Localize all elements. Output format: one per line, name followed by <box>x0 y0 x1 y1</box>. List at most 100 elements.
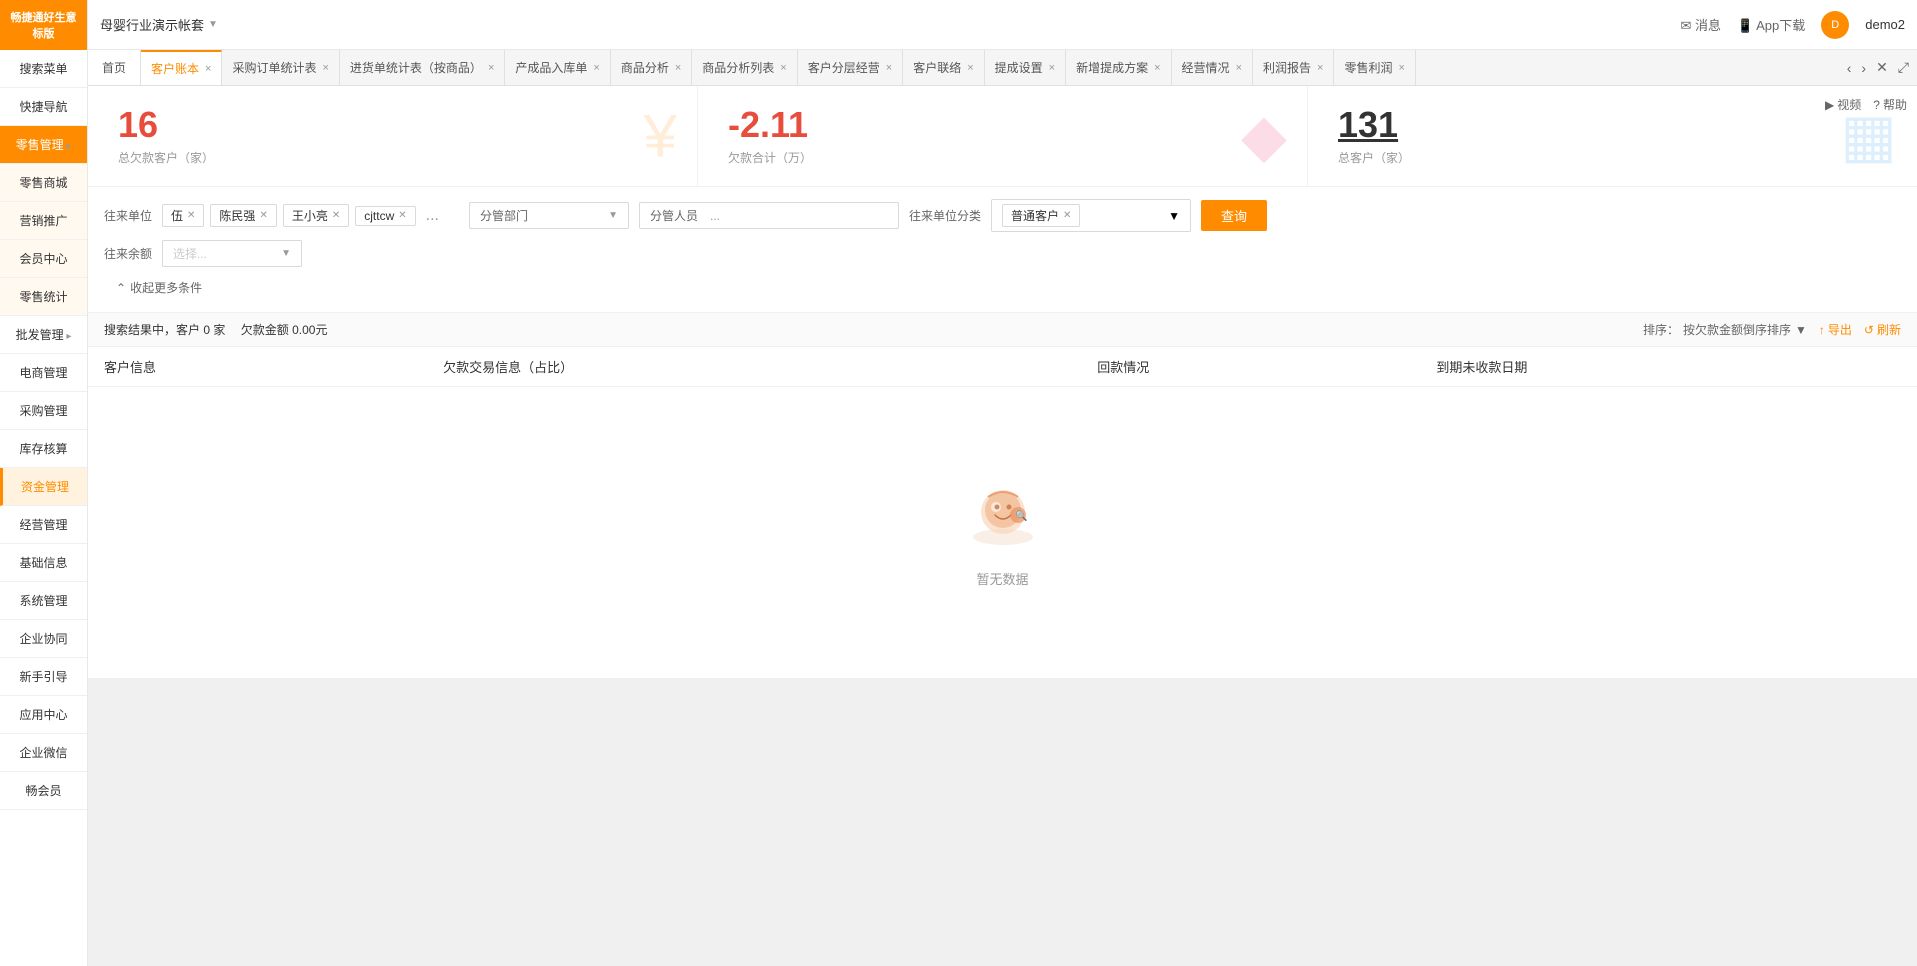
tabs-close-all-icon[interactable]: ✕ <box>1872 57 1892 78</box>
avatar[interactable]: D <box>1821 11 1849 39</box>
sidebar-item-16[interactable]: 新手引导 <box>0 658 87 696</box>
stats-row: ▶ 视频 ? 帮助 16 总欠款客户（家） ¥ -2.11 欠款合计（万） <box>88 86 1917 187</box>
export-label: 导出 <box>1828 321 1852 338</box>
stat-label-customers: 总欠款客户（家） <box>118 149 214 166</box>
sidebar-item-17[interactable]: 应用中心 <box>0 696 87 734</box>
dept-arrow-icon: ▼ <box>608 210 618 221</box>
tab-11[interactable]: 经营情况 × <box>1172 50 1253 86</box>
refresh-button[interactable]: ↺ 刷新 <box>1864 321 1901 338</box>
tabs-next-icon[interactable]: › <box>1857 58 1870 78</box>
app-download-button[interactable]: 📱 App下载 <box>1737 15 1805 34</box>
topbar-right: ✉ 消息 📱 App下载 D demo2 <box>1680 11 1905 39</box>
tab-6[interactable]: 商品分析列表× <box>692 50 797 86</box>
filter-tag-close-3[interactable]: ✕ <box>398 210 406 221</box>
sidebar-item-8[interactable]: 电商管理 <box>0 354 87 392</box>
sidebar-item-1[interactable]: 快捷导航 <box>0 88 87 126</box>
category-tag-close[interactable]: ✕ <box>1063 210 1071 221</box>
tab-close-icon-1[interactable]: × <box>205 63 211 75</box>
tab-close-icon-6[interactable]: × <box>780 62 786 74</box>
tab-5[interactable]: 商品分析× <box>611 50 692 86</box>
tabs-prev-icon[interactable]: ‹ <box>1843 58 1856 78</box>
tab-close-icon-4[interactable]: × <box>593 62 599 74</box>
person-selector[interactable]: 分管人员 ... <box>639 202 899 229</box>
stat-icon-yuan: ¥ <box>644 102 677 171</box>
sidebar-item-11[interactable]: 资金管理 <box>0 468 87 506</box>
sidebar-item-19[interactable]: 畅会员 <box>0 772 87 810</box>
tab-label-11: 经营情况 <box>1182 59 1230 76</box>
store-name: 母婴行业演示帐套 <box>100 15 204 34</box>
sidebar-item-5[interactable]: 会员中心 <box>0 240 87 278</box>
tab-12[interactable]: 利润报告× <box>1253 50 1334 86</box>
messages-button[interactable]: ✉ 消息 <box>1680 15 1721 34</box>
sort-arrow-icon: ▼ <box>1795 323 1807 337</box>
tab-close-icon-7[interactable]: × <box>886 62 892 74</box>
category-selector[interactable]: 普通客户 ✕ ▼ <box>991 199 1191 232</box>
sidebar-item-0[interactable]: 搜索菜单 <box>0 50 87 88</box>
sidebar-item-14[interactable]: 系统管理 <box>0 582 87 620</box>
sidebar-item-4[interactable]: 营销推广 <box>0 202 87 240</box>
result-actions: 排序： 按欠款金额倒序排序 ▼ ↑ 导出 ↺ 刷新 <box>1643 321 1901 338</box>
svg-text:🔍: 🔍 <box>1015 509 1027 522</box>
tab-3[interactable]: 进货单统计表（按商品）× <box>340 50 505 86</box>
sidebar-item-18[interactable]: 企业微信 <box>0 734 87 772</box>
query-button[interactable]: 查询 <box>1201 200 1267 231</box>
tab-close-icon-5[interactable]: × <box>675 62 681 74</box>
empty-text: 暂无数据 <box>976 569 1028 588</box>
tab-9[interactable]: 提成设置× <box>985 50 1066 86</box>
tab-close-icon-13[interactable]: × <box>1398 62 1404 74</box>
sidebar-item-13[interactable]: 基础信息 <box>0 544 87 582</box>
filter-tag-1: 陈民强 ✕ <box>210 204 276 227</box>
balance-filter-label: 往来余额 <box>104 245 152 262</box>
tab-label-10: 新增提成方案 <box>1076 59 1148 76</box>
person-more-button[interactable]: ... <box>710 209 720 223</box>
tab-close-icon-3[interactable]: × <box>488 62 494 74</box>
sidebar-item-2[interactable]: 零售管理 ▸ <box>0 126 87 164</box>
collapse-button[interactable]: ⌃ 收起更多条件 <box>104 275 1901 300</box>
tab-close-icon-9[interactable]: × <box>1049 62 1055 74</box>
stat-icon-diamond: ◆ <box>1241 101 1287 171</box>
tab-4[interactable]: 产成品入库单× <box>505 50 610 86</box>
filter-area: 往来单位 伍 ✕陈民强 ✕王小亮 ✕cjttcw ✕ ... 分管部门 ▼ 分管… <box>88 187 1917 313</box>
filter-tag-close-2[interactable]: ✕ <box>332 210 340 221</box>
balance-selector[interactable]: 选择... ▼ <box>162 240 302 267</box>
tab-close-icon-2[interactable]: × <box>322 62 328 74</box>
export-button[interactable]: ↑ 导出 <box>1819 321 1852 338</box>
sort-selector[interactable]: 排序： 按欠款金额倒序排序 ▼ <box>1643 321 1807 338</box>
tab-1[interactable]: 客户账本× <box>141 50 222 86</box>
tab-close-icon-8[interactable]: × <box>967 62 973 74</box>
sidebar-item-7[interactable]: 批发管理 ▸ <box>0 316 87 354</box>
sidebar-item-15[interactable]: 企业协同 <box>0 620 87 658</box>
tab-10[interactable]: 新增提成方案 × <box>1066 50 1171 86</box>
tabs-expand-icon[interactable]: ⤢ <box>1894 57 1913 78</box>
stat-icon-building: ▦ <box>1840 101 1897 171</box>
sidebar-item-12[interactable]: 经营管理 <box>0 506 87 544</box>
sidebar-item-10[interactable]: 库存核算 <box>0 430 87 468</box>
message-icon: ✉ <box>1680 18 1691 33</box>
tab-2[interactable]: 采购订单统计表× <box>222 50 339 86</box>
more-tags-button[interactable]: ... <box>426 207 439 225</box>
filter-row-1: 往来单位 伍 ✕陈民强 ✕王小亮 ✕cjttcw ✕ ... 分管部门 ▼ 分管… <box>104 199 1901 232</box>
tab-7[interactable]: 客户分层经营× <box>798 50 903 86</box>
balance-placeholder: 选择... <box>173 245 207 262</box>
tab-label-8: 客户联络 <box>913 59 961 76</box>
tab-home[interactable]: 首页 <box>88 50 141 86</box>
topbar-left: 母婴行业演示帐套 ▼ <box>100 15 218 34</box>
sidebar-item-6[interactable]: 零售统计 <box>0 278 87 316</box>
tab-8[interactable]: 客户联络 × <box>903 50 984 86</box>
tab-close-icon-11[interactable]: × <box>1236 62 1242 74</box>
dept-selector[interactable]: 分管部门 ▼ <box>469 202 629 229</box>
category-arrow-icon: ▼ <box>1168 209 1180 223</box>
tab-close-icon-12[interactable]: × <box>1317 62 1323 74</box>
filter-tag-close-1[interactable]: ✕ <box>259 210 267 221</box>
tab-13[interactable]: 零售利润× <box>1334 50 1415 86</box>
sidebar-item-9[interactable]: 采购管理 <box>0 392 87 430</box>
collapse-label: 收起更多条件 <box>130 279 202 296</box>
tab-close-icon-10[interactable]: × <box>1154 62 1160 74</box>
sidebar-item-3[interactable]: 零售商城 <box>0 164 87 202</box>
username-label[interactable]: demo2 <box>1865 17 1905 32</box>
filter-tag-close-0[interactable]: ✕ <box>187 210 195 221</box>
category-filter-label: 往来单位分类 <box>909 207 981 224</box>
topbar: 母婴行业演示帐套 ▼ ✉ 消息 📱 App下载 D demo2 <box>88 0 1917 50</box>
store-selector[interactable]: 母婴行业演示帐套 ▼ <box>100 15 218 34</box>
col-header-0: 客户信息 <box>88 347 427 387</box>
